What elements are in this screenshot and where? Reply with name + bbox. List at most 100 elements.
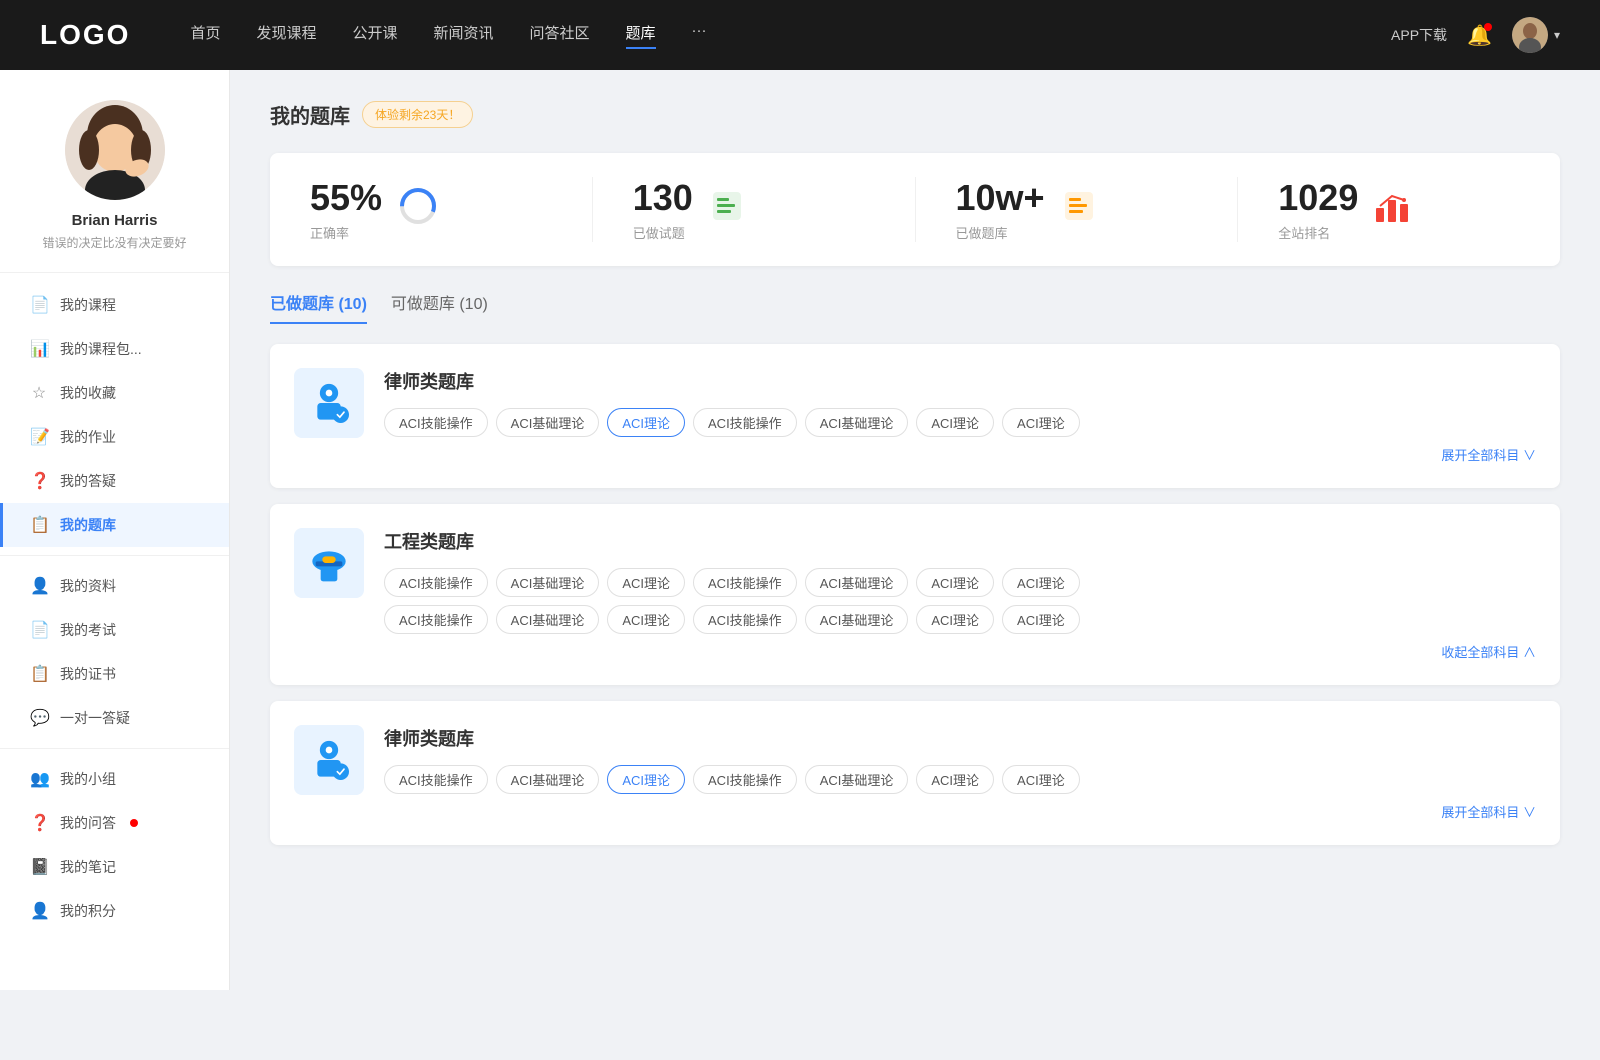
header: LOGO 首页 发现课程 公开课 新闻资讯 问答社区 题库 ··· APP下载 … xyxy=(0,0,1600,70)
sidebar-item-myqa[interactable]: ❓ 我的问答 xyxy=(0,801,229,845)
nav-open-course[interactable]: 公开课 xyxy=(352,22,397,49)
tag[interactable]: ACI理论 xyxy=(916,568,994,597)
tag[interactable]: ACI基础理论 xyxy=(496,568,600,597)
sidebar-item-course-pkg[interactable]: 📊 我的课程包... xyxy=(0,327,229,371)
tag[interactable]: ACI技能操作 xyxy=(693,408,797,437)
stat-done-banks-icon xyxy=(1061,188,1097,231)
tag[interactable]: ACI技能操作 xyxy=(693,605,797,634)
sidebar-item-one-one[interactable]: 💬 一对一答疑 xyxy=(0,696,229,740)
sidebar-item-qa[interactable]: ❓ 我的答疑 xyxy=(0,459,229,503)
sidebar-item-exam[interactable]: 📄 我的考试 xyxy=(0,608,229,652)
qbank-icon-engineer xyxy=(294,528,364,598)
tab-todo[interactable]: 可做题库 (10) xyxy=(391,290,488,324)
app-download-button[interactable]: APP下载 xyxy=(1391,25,1447,45)
stat-done-questions: 130 已做试题 xyxy=(593,177,916,242)
tag[interactable]: ACI基础理论 xyxy=(805,605,909,634)
stat-accuracy-value: 55% xyxy=(310,177,382,219)
nav-news[interactable]: 新闻资讯 xyxy=(434,22,494,49)
sidebar-item-notes[interactable]: 📓 我的笔记 xyxy=(0,845,229,889)
tag[interactable]: ACI理论 xyxy=(607,568,685,597)
page-title: 我的题库 xyxy=(270,100,350,129)
tag[interactable]: ACI基础理论 xyxy=(496,765,600,794)
logo: LOGO xyxy=(40,19,130,51)
sidebar-item-favorites[interactable]: ☆ 我的收藏 xyxy=(0,371,229,415)
nav-more[interactable]: ··· xyxy=(692,22,707,49)
tag[interactable]: ACI技能操作 xyxy=(693,765,797,794)
nav-discover[interactable]: 发现课程 xyxy=(256,22,316,49)
tag[interactable]: ACI理论 xyxy=(607,765,685,794)
tag[interactable]: ACI理论 xyxy=(607,605,685,634)
tags-row-lawyer-1: ACI技能操作 ACI基础理论 ACI理论 ACI技能操作 ACI基础理论 AC… xyxy=(384,408,1536,437)
sidebar-item-group[interactable]: 👥 我的小组 xyxy=(0,757,229,801)
tag[interactable]: ACI基础理论 xyxy=(805,408,909,437)
sidebar-menu: 📄 我的课程 📊 我的课程包... ☆ 我的收藏 📝 我的作业 ❓ 我的答疑 📋 xyxy=(0,273,229,943)
expand-lawyer-2[interactable]: 展开全部科目 ∨ xyxy=(384,802,1536,821)
tag[interactable]: ACI理论 xyxy=(607,408,685,437)
sidebar-item-profile[interactable]: 👤 我的资料 xyxy=(0,564,229,608)
sidebar-item-course[interactable]: 📄 我的课程 xyxy=(0,283,229,327)
user-avatar-area[interactable]: ▾ xyxy=(1512,17,1560,53)
tag[interactable]: ACI理论 xyxy=(1002,568,1080,597)
stat-ranking-icon xyxy=(1374,188,1410,231)
one-one-icon: 💬 xyxy=(30,708,48,728)
tag[interactable]: ACI技能操作 xyxy=(384,408,488,437)
chevron-down-icon: ▾ xyxy=(1554,28,1560,42)
sidebar: Brian Harris 错误的决定比没有决定要好 📄 我的课程 📊 我的课程包… xyxy=(0,70,230,990)
stat-ranking-value: 1029 xyxy=(1278,177,1358,219)
sidebar-item-qbank[interactable]: 📋 我的题库 xyxy=(0,503,229,547)
header-right: APP下载 🔔 ▾ xyxy=(1391,17,1560,53)
stats-row: 55% 正确率 130 已做试题 xyxy=(270,153,1560,266)
nav-qbank[interactable]: 题库 xyxy=(626,22,656,49)
profile-motto: 错误的决定比没有决定要好 xyxy=(20,235,209,252)
tag[interactable]: ACI技能操作 xyxy=(384,605,488,634)
points-icon: 👤 xyxy=(30,901,48,921)
tag[interactable]: ACI理论 xyxy=(1002,408,1080,437)
tag[interactable]: ACI基础理论 xyxy=(805,765,909,794)
sidebar-item-points[interactable]: 👤 我的积分 xyxy=(0,889,229,933)
tag[interactable]: ACI理论 xyxy=(916,765,994,794)
profile-avatar xyxy=(65,100,165,200)
expand-lawyer-1[interactable]: 展开全部科目 ∨ xyxy=(384,445,1536,464)
tag[interactable]: ACI理论 xyxy=(916,408,994,437)
tag[interactable]: ACI理论 xyxy=(1002,605,1080,634)
notification-bell-icon[interactable]: 🔔 xyxy=(1467,23,1492,48)
homework-icon: 📝 xyxy=(30,427,48,447)
stat-accuracy: 55% 正确率 xyxy=(270,177,593,242)
avatar xyxy=(1512,17,1548,53)
stat-ranking-label: 全站排名 xyxy=(1278,223,1358,242)
tags-row-engineer-1: ACI技能操作 ACI基础理论 ACI理论 ACI技能操作 ACI基础理论 AC… xyxy=(384,568,1536,597)
stat-done-questions-value: 130 xyxy=(633,177,693,219)
stat-accuracy-icon xyxy=(398,186,438,233)
stat-done-questions-label: 已做试题 xyxy=(633,223,693,242)
profile-section: Brian Harris 错误的决定比没有决定要好 xyxy=(0,100,229,273)
qbank-icon-lawyer xyxy=(294,368,364,438)
profile-icon: 👤 xyxy=(30,576,48,596)
tag[interactable]: ACI理论 xyxy=(1002,765,1080,794)
tag[interactable]: ACI技能操作 xyxy=(384,568,488,597)
expand-engineer[interactable]: 收起全部科目 ∧ xyxy=(384,642,1536,661)
tag[interactable]: ACI技能操作 xyxy=(693,568,797,597)
tag[interactable]: ACI基础理论 xyxy=(496,605,600,634)
tag[interactable]: ACI技能操作 xyxy=(384,765,488,794)
exam-icon: 📄 xyxy=(30,620,48,640)
tags-row-engineer-2: ACI技能操作 ACI基础理论 ACI理论 ACI技能操作 ACI基础理论 AC… xyxy=(384,605,1536,634)
tag[interactable]: ACI基础理论 xyxy=(496,408,600,437)
tag[interactable]: ACI基础理论 xyxy=(805,568,909,597)
stat-accuracy-label: 正确率 xyxy=(310,223,382,242)
star-icon: ☆ xyxy=(30,383,48,403)
stat-done-questions-icon xyxy=(709,188,745,231)
stat-done-banks: 10w+ 已做题库 xyxy=(916,177,1239,242)
nav-home[interactable]: 首页 xyxy=(190,22,220,49)
sidebar-item-homework[interactable]: 📝 我的作业 xyxy=(0,415,229,459)
nav-qa[interactable]: 问答社区 xyxy=(530,22,590,49)
qbank-title-lawyer-2: 律师类题库 xyxy=(384,725,1536,751)
notification-dot xyxy=(1484,23,1492,31)
main-content: 我的题库 体验剩余23天！ 55% 正确率 130 xyxy=(230,70,1600,990)
tag[interactable]: ACI理论 xyxy=(916,605,994,634)
qbank-title-lawyer-1: 律师类题库 xyxy=(384,368,1536,394)
stat-ranking: 1029 全站排名 xyxy=(1238,177,1560,242)
course-icon: 📄 xyxy=(30,295,48,315)
main-nav: 首页 发现课程 公开课 新闻资讯 问答社区 题库 ··· xyxy=(190,22,1391,49)
sidebar-item-cert[interactable]: 📋 我的证书 xyxy=(0,652,229,696)
tab-done[interactable]: 已做题库 (10) xyxy=(270,290,367,324)
